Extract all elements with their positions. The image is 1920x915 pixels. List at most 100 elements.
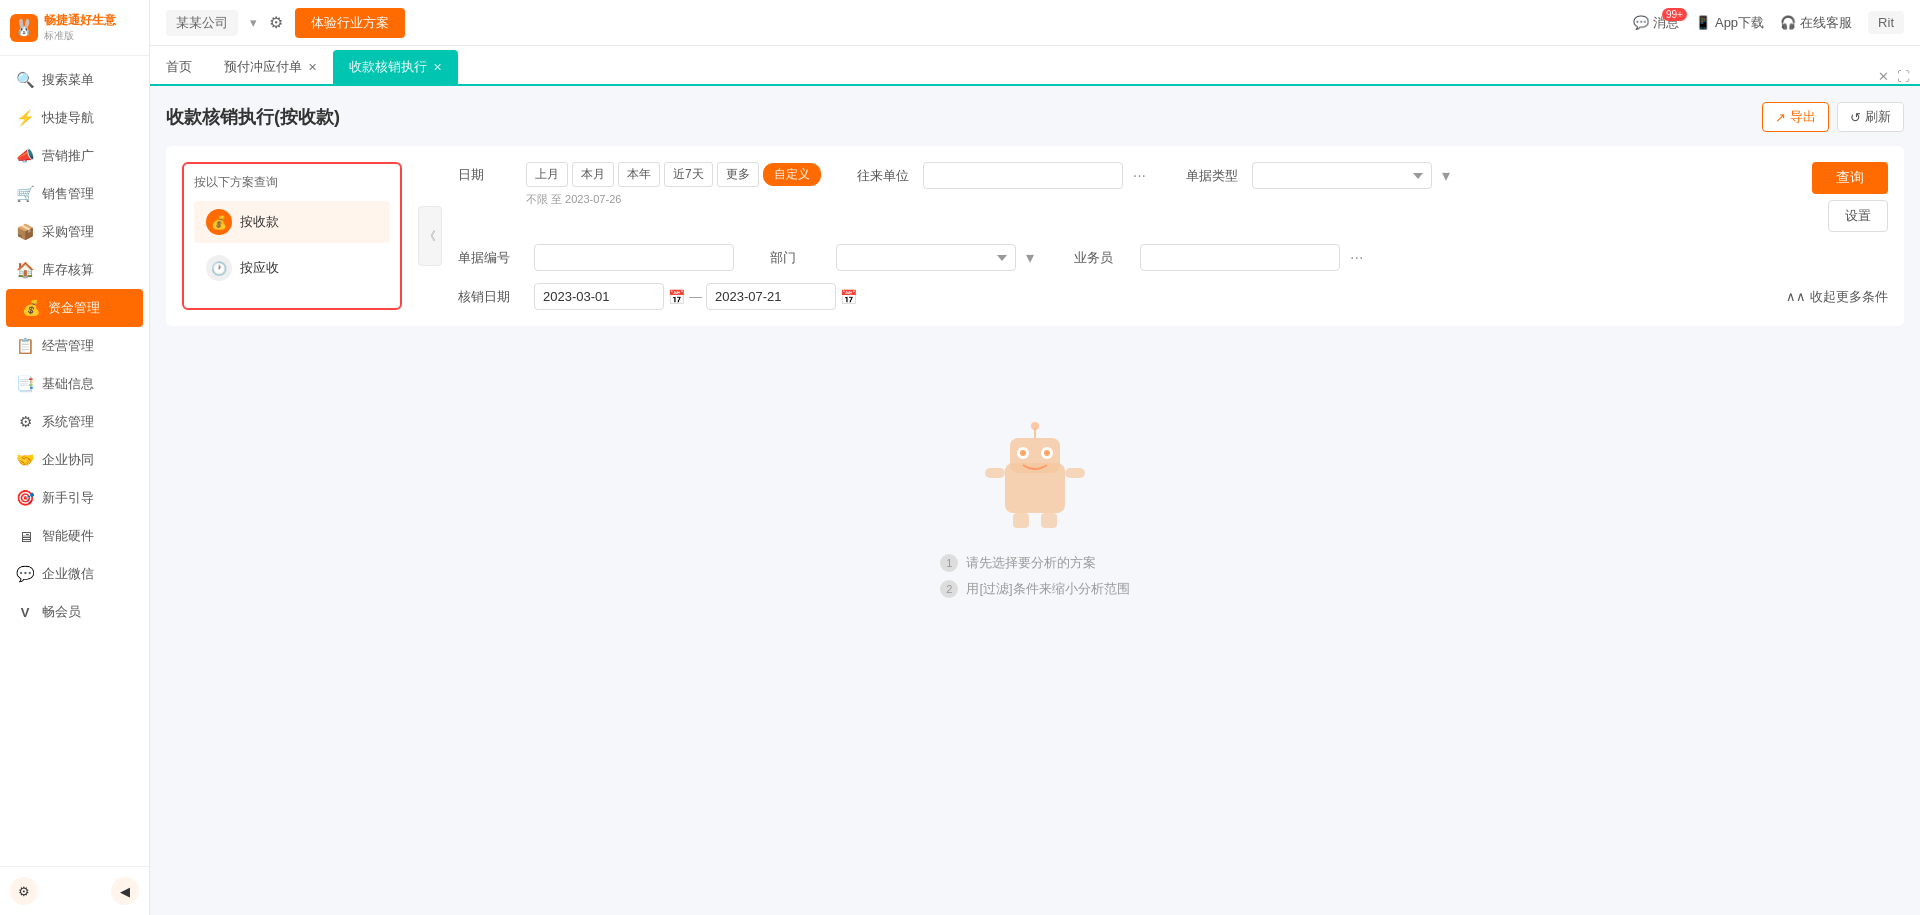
panel-collapse-button[interactable]: 《 bbox=[418, 206, 442, 266]
date-label: 日期 bbox=[458, 166, 518, 184]
doc-no-label: 单据编号 bbox=[458, 249, 518, 267]
svg-rect-9 bbox=[1065, 468, 1085, 478]
svg-rect-10 bbox=[1013, 513, 1029, 528]
query-option-receipt[interactable]: 💰 按收款 bbox=[194, 201, 390, 243]
staff-label: 业务员 bbox=[1074, 249, 1134, 267]
verify-date-end-cal-icon[interactable]: 📅 bbox=[840, 289, 857, 305]
doc-type-select[interactable] bbox=[1252, 162, 1432, 189]
finance-icon: 💰 bbox=[22, 299, 40, 317]
verify-date-start-cal-icon[interactable]: 📅 bbox=[668, 289, 685, 305]
app-logo: 🐰 畅捷通好生意 标准版 bbox=[0, 0, 149, 56]
page-content: 收款核销执行(按收款) ↗ 导出 ↺ 刷新 按以下方案查询 💰 按收款 bbox=[150, 86, 1920, 915]
svg-rect-1 bbox=[1010, 438, 1060, 473]
sidebar-item-finance[interactable]: 💰 资金管理 bbox=[6, 289, 143, 327]
tab-home[interactable]: 首页 bbox=[150, 50, 208, 84]
query-option-receivable[interactable]: 🕐 按应收 bbox=[194, 247, 390, 289]
sidebar-item-enterprise[interactable]: 🤝 企业协同 bbox=[0, 441, 149, 479]
sidebar-item-member[interactable]: V 畅会员 bbox=[0, 593, 149, 631]
verify-date-start[interactable] bbox=[534, 283, 664, 310]
verify-date-end[interactable] bbox=[706, 283, 836, 310]
sidebar-item-quick-nav[interactable]: ⚡ 快捷导航 bbox=[0, 99, 149, 137]
sidebar-item-basic-info[interactable]: 📑 基础信息 bbox=[0, 365, 149, 403]
svg-point-7 bbox=[1031, 422, 1039, 430]
logo-icon: 🐰 bbox=[10, 14, 38, 42]
filter-settings-button[interactable]: 设置 bbox=[1828, 200, 1888, 232]
refresh-icon: ↺ bbox=[1850, 110, 1861, 125]
marketing-icon: 📣 bbox=[16, 147, 34, 165]
sidebar-item-purchase[interactable]: 📦 采购管理 bbox=[0, 213, 149, 251]
empty-illustration bbox=[975, 418, 1095, 538]
receivable-option-icon: 🕐 bbox=[206, 255, 232, 281]
sidebar-item-search-menu[interactable]: 🔍 搜索菜单 bbox=[0, 61, 149, 99]
export-icon: ↗ bbox=[1775, 110, 1786, 125]
doc-type-dropdown-icon[interactable]: ▾ bbox=[1438, 166, 1454, 185]
user-info[interactable]: Rit bbox=[1868, 11, 1904, 34]
date-quick-buttons: 上月 本月 本年 近7天 更多 自定义 bbox=[526, 162, 821, 187]
page-title: 收款核销执行(按收款) bbox=[166, 105, 340, 129]
export-button[interactable]: ↗ 导出 bbox=[1762, 102, 1829, 132]
staff-input[interactable] bbox=[1140, 244, 1340, 271]
hint-num-2: 2 bbox=[940, 580, 958, 598]
date-btn-custom[interactable]: 自定义 bbox=[763, 163, 821, 186]
dept-dropdown-icon[interactable]: ▾ bbox=[1022, 248, 1038, 267]
message-button[interactable]: 💬 消息 99+ bbox=[1633, 14, 1679, 32]
date-btn-last-month[interactable]: 上月 bbox=[526, 162, 568, 187]
solution-button[interactable]: 体验行业方案 bbox=[295, 8, 405, 38]
purchase-icon: 📦 bbox=[16, 223, 34, 241]
collapse-up-icon: ∧∧ bbox=[1786, 289, 1806, 304]
sidebar-item-marketing[interactable]: 📣 营销推广 bbox=[0, 137, 149, 175]
date-btn-more[interactable]: 更多 bbox=[717, 162, 759, 187]
expand-icon[interactable]: ⛶ bbox=[1897, 69, 1910, 84]
empty-robot-svg bbox=[975, 418, 1095, 538]
system-icon: ⚙ bbox=[16, 413, 34, 431]
sidebar-nav: 🔍 搜索菜单 ⚡ 快捷导航 📣 营销推广 🛒 销售管理 📦 采购管理 🏠 库存核… bbox=[0, 56, 149, 866]
sidebar-item-wechat[interactable]: 💬 企业微信 bbox=[0, 555, 149, 593]
receipt-option-icon: 💰 bbox=[206, 209, 232, 235]
message-badge: 99+ bbox=[1662, 8, 1687, 21]
tab-home-label: 首页 bbox=[166, 58, 192, 76]
sidebar-item-system[interactable]: ⚙ 系统管理 bbox=[0, 403, 149, 441]
verify-date-dash: — bbox=[689, 289, 702, 304]
refresh-button[interactable]: ↺ 刷新 bbox=[1837, 102, 1904, 132]
empty-hints: 1 请先选择要分析的方案 2 用[过滤]条件来缩小分析范围 bbox=[940, 554, 1129, 598]
member-icon: V bbox=[16, 603, 34, 621]
date-btn-this-month[interactable]: 本月 bbox=[572, 162, 614, 187]
tab-prepay-close-icon[interactable]: ✕ bbox=[308, 61, 317, 74]
app-download-button[interactable]: 📱 App下载 bbox=[1695, 14, 1764, 32]
tabs-bar: 首页 预付冲应付单 ✕ 收款核销执行 ✕ ✕ ⛶ bbox=[150, 46, 1920, 86]
sidebar-item-guide[interactable]: 🎯 新手引导 bbox=[0, 479, 149, 517]
tab-collection-close-icon[interactable]: ✕ bbox=[433, 61, 442, 74]
partner-ellipsis-icon[interactable]: ··· bbox=[1129, 167, 1150, 185]
sidebar-item-sales[interactable]: 🛒 销售管理 bbox=[0, 175, 149, 213]
search-area: 按以下方案查询 💰 按收款 🕐 按应收 《 日期 bbox=[166, 146, 1904, 326]
empty-state: 1 请先选择要分析的方案 2 用[过滤]条件来缩小分析范围 bbox=[166, 338, 1904, 678]
svg-point-5 bbox=[1044, 450, 1050, 456]
service-button[interactable]: 🎧 在线客服 bbox=[1780, 14, 1852, 32]
partner-input[interactable] bbox=[923, 162, 1123, 189]
guide-icon: 🎯 bbox=[16, 489, 34, 507]
query-button[interactable]: 查询 bbox=[1812, 162, 1888, 194]
receipt-option-label: 按收款 bbox=[240, 213, 279, 231]
sidebar-item-operation[interactable]: 📋 经营管理 bbox=[0, 327, 149, 365]
doc-no-input[interactable] bbox=[534, 244, 734, 271]
sidebar-settings-icon[interactable]: ⚙ bbox=[10, 877, 38, 905]
query-panel-title: 按以下方案查询 bbox=[194, 174, 390, 191]
tab-collection[interactable]: 收款核销执行 ✕ bbox=[333, 50, 458, 84]
tab-prepay[interactable]: 预付冲应付单 ✕ bbox=[208, 50, 333, 84]
sidebar-item-inventory[interactable]: 🏠 库存核算 bbox=[0, 251, 149, 289]
company-selector[interactable]: 某某公司 bbox=[166, 10, 238, 36]
settings-icon[interactable]: ⚙ bbox=[269, 13, 283, 32]
sidebar-item-hardware[interactable]: 🖥 智能硬件 bbox=[0, 517, 149, 555]
date-btn-this-year[interactable]: 本年 bbox=[618, 162, 660, 187]
staff-ellipsis-icon[interactable]: ··· bbox=[1346, 249, 1367, 267]
close-all-icon[interactable]: ✕ bbox=[1878, 69, 1889, 84]
sales-icon: 🛒 bbox=[16, 185, 34, 203]
dept-select[interactable] bbox=[836, 244, 1016, 271]
tab-collection-label: 收款核销执行 bbox=[349, 58, 427, 76]
date-btn-7days[interactable]: 近7天 bbox=[664, 162, 713, 187]
company-dropdown-icon[interactable]: ▾ bbox=[250, 15, 257, 30]
collapse-more-button[interactable]: ∧∧ 收起更多条件 bbox=[1786, 288, 1888, 306]
sidebar-collapse-icon[interactable]: ◀ bbox=[111, 877, 139, 905]
svg-rect-8 bbox=[985, 468, 1005, 478]
page-actions: ↗ 导出 ↺ 刷新 bbox=[1762, 102, 1904, 132]
